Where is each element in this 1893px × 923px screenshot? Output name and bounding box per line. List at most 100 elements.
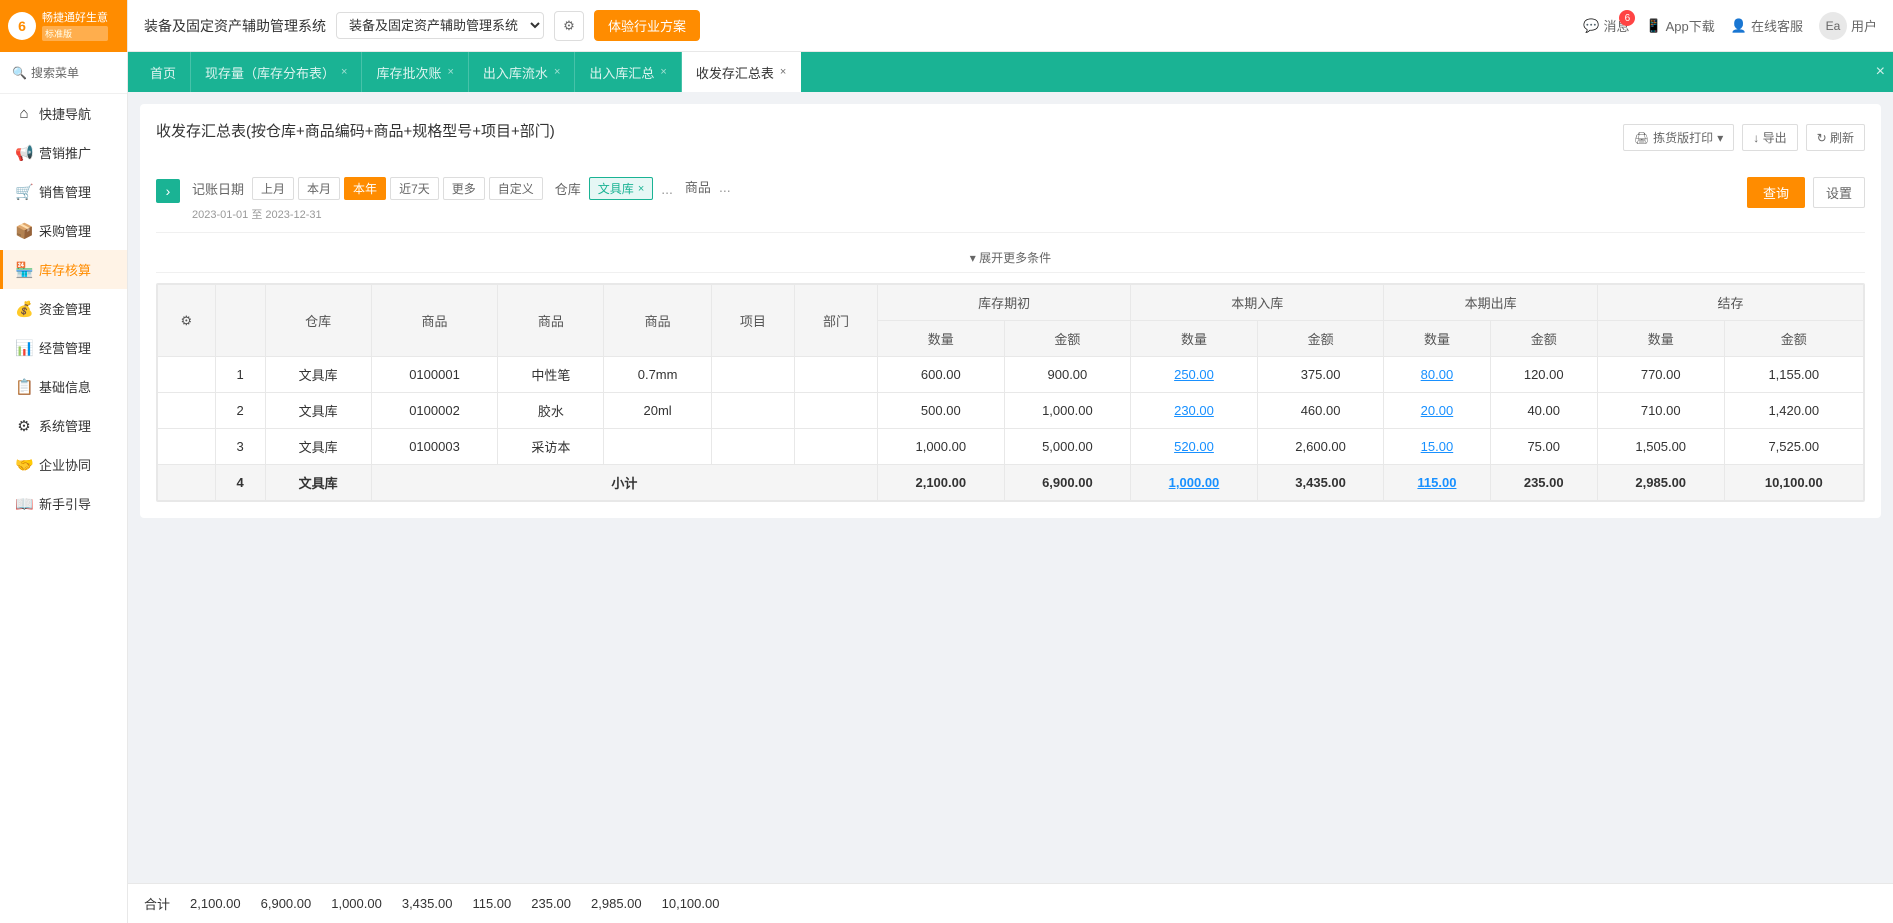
data-table-container: ⚙ 仓库 商品 商品 商品 项目 部门 库存期初 本期入库 (156, 283, 1865, 502)
row-in-qty[interactable]: 250.00 (1131, 357, 1258, 393)
sidebar-item-label: 企业协同 (39, 455, 91, 474)
row-code: 0100002 (371, 393, 498, 429)
sidebar-item-operations[interactable]: 📊 经营管理 (0, 328, 127, 367)
row-checkbox[interactable] (158, 393, 216, 429)
row-out-qty[interactable]: 80.00 (1384, 357, 1490, 393)
close-all-button[interactable]: × (1876, 63, 1885, 81)
tab-home[interactable]: 首页 (136, 52, 191, 92)
tab-label: 首页 (150, 63, 176, 82)
sidebar-item-finance[interactable]: 💰 资金管理 (0, 289, 127, 328)
online-service-button[interactable]: 👤 在线客服 (1731, 16, 1803, 35)
refresh-button[interactable]: ↻ 刷新 (1806, 124, 1865, 151)
date-btn-7days[interactable]: 近7天 (390, 177, 439, 200)
print-button[interactable]: 🖨 拣货版打印 ▾ (1623, 124, 1734, 151)
col-dept-header: 部门 (794, 285, 877, 357)
basic-info-icon: 📋 (15, 378, 33, 396)
tab-inout-summary[interactable]: 出入库汇总 × (575, 52, 681, 92)
row-checkbox[interactable] (158, 429, 216, 465)
table-row: 1 文具库 0100001 中性笔 0.7mm 600.00 900.00 25… (158, 357, 1864, 393)
chevron-down-icon: ▾ (1717, 131, 1723, 145)
user-area[interactable]: Ea 用户 (1819, 12, 1877, 40)
tab-close-icon[interactable]: × (660, 66, 666, 78)
sidebar-item-shortcut[interactable]: ⌂ 快捷导航 (0, 94, 127, 133)
col-bal-qty-header: 数量 (1597, 321, 1724, 357)
data-table: ⚙ 仓库 商品 商品 商品 项目 部门 库存期初 本期入库 (157, 284, 1864, 501)
total-open-qty: 2,100.00 (190, 896, 241, 911)
row-project (711, 429, 794, 465)
sidebar-item-label: 经营管理 (39, 338, 91, 357)
date-btn-this-month[interactable]: 本月 (298, 177, 340, 200)
filter-settings-button[interactable]: 设置 (1813, 177, 1865, 208)
tab-batch-account[interactable]: 库存批次账 × (362, 52, 468, 92)
total-open-amt: 6,900.00 (261, 896, 312, 911)
tab-close-icon[interactable]: × (341, 66, 347, 78)
total-in-qty: 1,000.00 (331, 896, 382, 911)
col-in-qty-header: 数量 (1131, 321, 1258, 357)
tab-stock-summary[interactable]: 收发存汇总表 × (682, 52, 801, 92)
col-project-header: 项目 (711, 285, 794, 357)
search-menu-button[interactable]: 🔍 搜索菜单 (8, 60, 119, 85)
date-btn-last-month[interactable]: 上月 (252, 177, 294, 200)
row-out-qty[interactable]: 20.00 (1384, 393, 1490, 429)
settings-button[interactable]: ⚙ (554, 11, 584, 41)
sidebar-item-inventory[interactable]: 🏪 库存核算 (0, 250, 127, 289)
row-bal-amt: 1,420.00 (1724, 393, 1863, 429)
sidebar-item-basic-info[interactable]: 📋 基础信息 (0, 367, 127, 406)
date-btn-more[interactable]: 更多 (443, 177, 485, 200)
date-btn-custom[interactable]: 自定义 (489, 177, 543, 200)
row-bal-qty: 710.00 (1597, 393, 1724, 429)
tab-inout-flow[interactable]: 出入库流水 × (469, 52, 575, 92)
refresh-icon: ↻ (1817, 131, 1827, 145)
filter-bar: › 记账日期 上月 本月 本年 近7天 更多 自定义 2023-01-01 (156, 167, 1865, 233)
service-icon: 👤 (1731, 18, 1747, 34)
sidebar-item-sales[interactable]: 🛒 销售管理 (0, 172, 127, 211)
col-settings-header[interactable]: ⚙ (158, 285, 216, 357)
row-in-qty[interactable]: 230.00 (1131, 393, 1258, 429)
row-in-qty[interactable]: 520.00 (1131, 429, 1258, 465)
warehouse-tag-close[interactable]: × (638, 183, 644, 195)
home-icon: ⌂ (15, 105, 33, 122)
sidebar-item-marketing[interactable]: 📢 营销推广 (0, 133, 127, 172)
user-label: 用户 (1851, 16, 1877, 35)
export-button[interactable]: ↓ 导出 (1742, 124, 1797, 151)
expand-label: 展开更多条件 (979, 251, 1051, 265)
sidebar-search-area: 🔍 搜索菜单 (0, 52, 127, 94)
tab-close-icon[interactable]: × (780, 66, 786, 78)
filter-collapse-button[interactable]: › (156, 179, 180, 203)
sidebar-item-label: 基础信息 (39, 377, 91, 396)
expand-more-button[interactable]: ▾ 展开更多条件 (156, 243, 1865, 273)
warehouse-more[interactable]: ... (661, 181, 673, 197)
inventory-icon: 🏪 (15, 261, 33, 279)
system-title: 装备及固定资产辅助管理系统 (144, 16, 326, 36)
row-checkbox[interactable] (158, 357, 216, 393)
sidebar-item-purchase[interactable]: 📦 采购管理 (0, 211, 127, 250)
avatar: Ea (1819, 12, 1847, 40)
message-button[interactable]: 💬 消息 6 (1583, 16, 1629, 35)
trial-button[interactable]: 体验行业方案 (594, 10, 700, 41)
date-filter-label: 记账日期 (192, 179, 244, 198)
page-title: 收发存汇总表(按仓库+商品编码+商品+规格型号+项目+部门) (156, 120, 555, 141)
table-settings-icon[interactable]: ⚙ (181, 313, 193, 328)
tab-close-icon[interactable]: × (447, 66, 453, 78)
subtotal-out-qty[interactable]: 115.00 (1384, 465, 1490, 501)
sidebar-item-system[interactable]: ⚙ 系统管理 (0, 406, 127, 445)
tab-close-icon[interactable]: × (554, 66, 560, 78)
tabbar: 首页 现存量（库存分布表） × 库存批次账 × 出入库流水 × 出入库汇总 × … (128, 52, 1893, 92)
query-button[interactable]: 查询 (1747, 177, 1805, 208)
goods-more[interactable]: ... (719, 179, 731, 195)
tab-stock-distribution[interactable]: 现存量（库存分布表） × (191, 52, 362, 92)
col-balance-header: 结存 (1597, 285, 1863, 321)
export-label: 导出 (1763, 131, 1787, 145)
subtotal-in-qty[interactable]: 1,000.00 (1131, 465, 1258, 501)
app-download-button[interactable]: 📱 App下载 (1645, 16, 1714, 35)
row-index: 2 (215, 393, 265, 429)
warehouse-tag-value: 文具库 (598, 180, 634, 197)
col-out-amt-header: 金额 (1490, 321, 1597, 357)
refresh-label: 刷新 (1830, 131, 1854, 145)
row-out-qty[interactable]: 15.00 (1384, 429, 1490, 465)
sidebar-item-enterprise[interactable]: 🤝 企业协同 (0, 445, 127, 484)
system-select[interactable]: 装备及固定资产辅助管理系统 (336, 12, 544, 39)
col-inbound-header: 本期入库 (1131, 285, 1384, 321)
date-btn-this-year[interactable]: 本年 (344, 177, 386, 200)
sidebar-item-guide[interactable]: 📖 新手引导 (0, 484, 127, 523)
